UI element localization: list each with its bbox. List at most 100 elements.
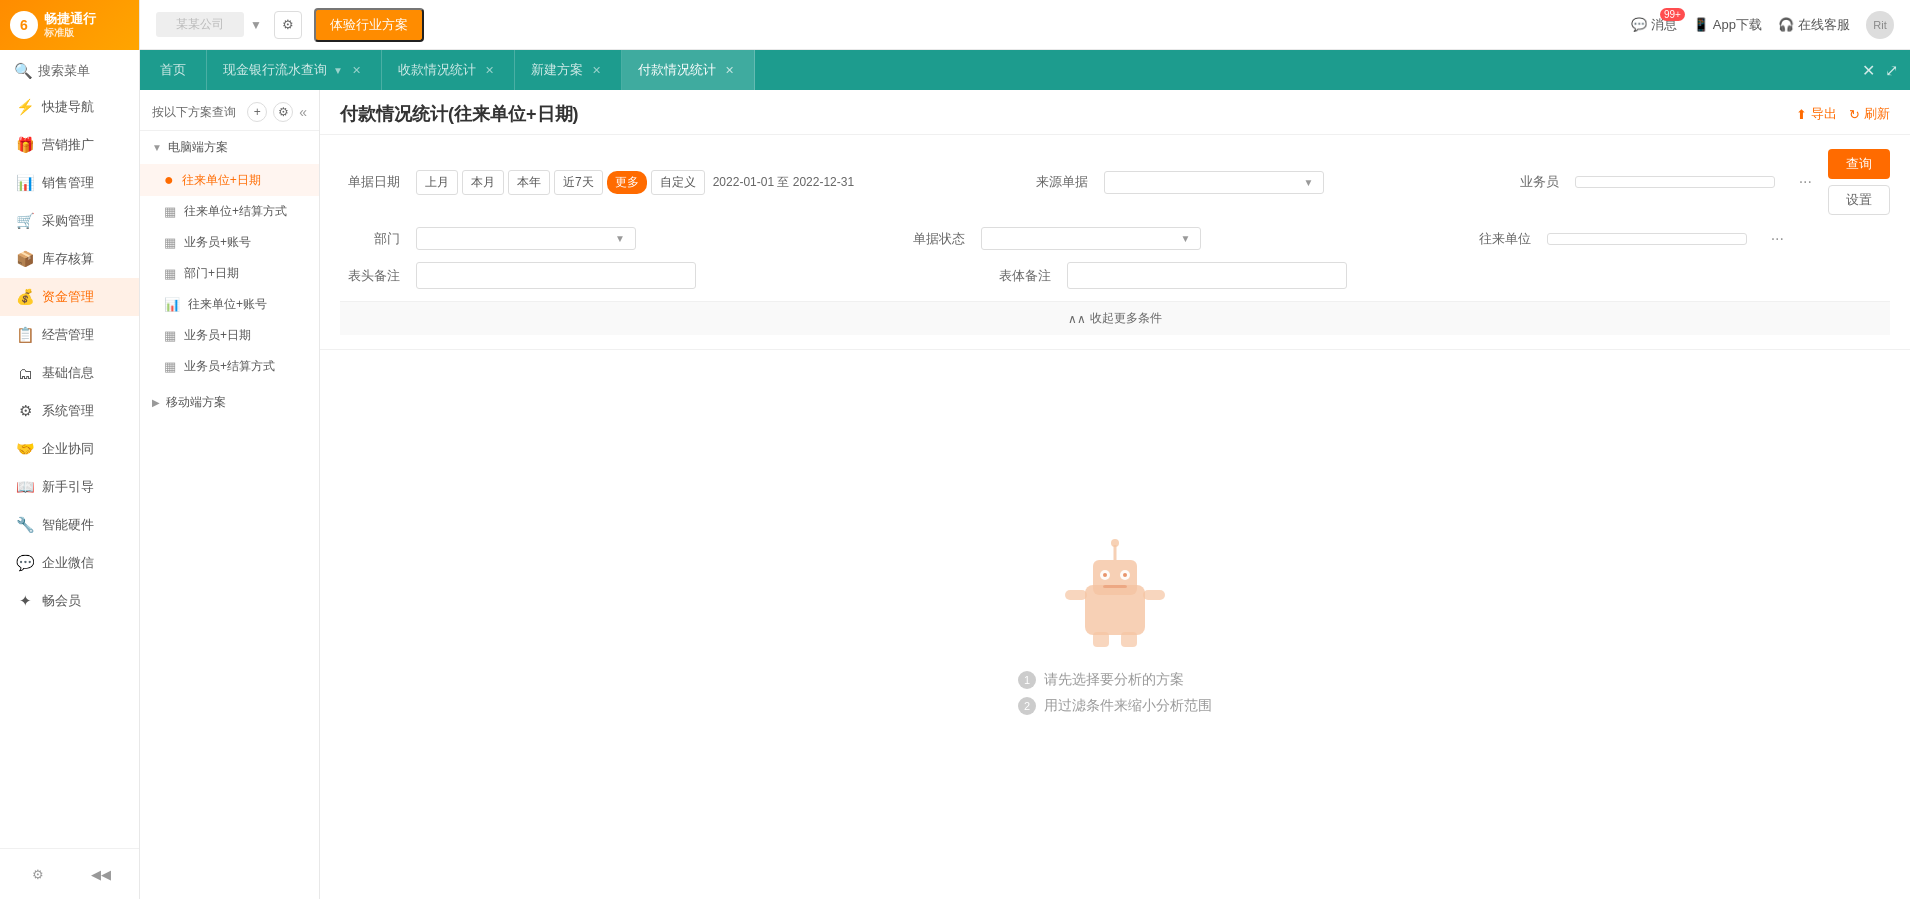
tab-new-scheme[interactable]: 新建方案 ✕: [515, 50, 622, 90]
svg-rect-6: [1103, 585, 1127, 588]
close-window-icon[interactable]: ✕: [1862, 61, 1875, 80]
sidebar-item-inventory[interactable]: 📦 库存核算: [0, 240, 139, 278]
scheme-item-unit-settle[interactable]: ▦ 往来单位+结算方式: [140, 196, 319, 227]
last-month-btn[interactable]: 上月: [416, 170, 458, 195]
scheme-settings-btn[interactable]: ⚙: [273, 102, 293, 122]
sidebar-item-guide[interactable]: 📖 新手引导: [0, 468, 139, 506]
scheme-item-staff-settle[interactable]: ▦ 业务员+结算方式: [140, 351, 319, 382]
more-date-btn[interactable]: 更多: [607, 171, 647, 194]
sidebar-item-search[interactable]: 🔍 搜索菜单: [0, 54, 139, 88]
sidebar-item-finance[interactable]: 💰 资金管理: [0, 278, 139, 316]
tip2-num: 2: [1018, 697, 1036, 715]
tab-cashflow-close[interactable]: ✕: [349, 62, 365, 78]
tabbar: 首页 现金银行流水查询 ▼ ✕ 收款情况统计 ✕ 新建方案 ✕ 付款情况统计 ✕…: [140, 50, 1910, 90]
empty-tips: 1 请先选择要分析的方案 2 用过滤条件来缩小分析范围: [1018, 671, 1212, 715]
download-icon: 📱: [1693, 17, 1709, 32]
sidebar-label-hardware: 智能硬件: [42, 516, 94, 534]
scheme-label-staff-settle: 业务员+结算方式: [184, 358, 275, 375]
sidebar-item-marketing[interactable]: 🎁 营销推广: [0, 126, 139, 164]
tab-receipt-close[interactable]: ✕: [482, 62, 498, 78]
wechat-icon: 💬: [16, 554, 34, 572]
scheme-item-staff-account[interactable]: ▦ 业务员+账号: [140, 227, 319, 258]
app-download-btn[interactable]: 📱 App下载: [1693, 16, 1762, 34]
empty-state: 1 请先选择要分析的方案 2 用过滤条件来缩小分析范围: [320, 350, 1910, 899]
online-service-btn[interactable]: 🎧 在线客服: [1778, 16, 1850, 34]
collapse-icon: ∧∧: [1068, 312, 1086, 326]
sidebar-label-system: 系统管理: [42, 402, 94, 420]
header-note-input[interactable]: [416, 262, 696, 289]
sidebar-item-sales[interactable]: 📊 销售管理: [0, 164, 139, 202]
message-btn[interactable]: 💬 消息 99+: [1631, 16, 1677, 34]
desktop-group-toggle[interactable]: ▼ 电脑端方案: [140, 131, 319, 164]
scheme-item-unit-date[interactable]: ● 往来单位+日期: [140, 164, 319, 196]
tab-receipt-stat[interactable]: 收款情况统计 ✕: [382, 50, 515, 90]
date-filter-label: 单据日期: [340, 173, 400, 191]
sidebar-item-basic[interactable]: 🗂 基础信息: [0, 354, 139, 392]
body-note-input[interactable]: [1067, 262, 1347, 289]
quick-nav-icon: ⚡: [16, 98, 34, 116]
scheme-item-unit-account[interactable]: 📊 往来单位+账号: [140, 289, 319, 320]
staff-select[interactable]: [1575, 176, 1775, 188]
online-service-label: 在线客服: [1798, 16, 1850, 34]
sidebar-label-sales: 销售管理: [42, 174, 94, 192]
sidebar-label-purchase: 采购管理: [42, 212, 94, 230]
scheme-panel: 按以下方案查询 + ⚙ « ▼ 电脑端方案 ● 往来单位+日期: [140, 90, 320, 899]
refresh-btn[interactable]: ↻ 刷新: [1849, 105, 1890, 123]
counterpart-more-btn[interactable]: ···: [1771, 230, 1784, 248]
counterpart-select[interactable]: [1547, 233, 1747, 245]
last-7days-btn[interactable]: 近7天: [554, 170, 603, 195]
org-selector[interactable]: 某某公司 ▼: [156, 12, 262, 37]
collapse-more-conditions-btn[interactable]: ∧∧ 收起更多条件: [340, 301, 1890, 335]
tab-payment-stat[interactable]: 付款情况统计 ✕: [622, 50, 755, 90]
maximize-icon[interactable]: ⤢: [1885, 61, 1898, 80]
topbar-settings-btn[interactable]: ⚙: [274, 11, 302, 39]
tab-cashflow-dropdown[interactable]: ▼: [333, 65, 343, 76]
inventory-icon: 📦: [16, 250, 34, 268]
tab-payment-close[interactable]: ✕: [722, 62, 738, 78]
custom-date-btn[interactable]: 自定义: [651, 170, 705, 195]
sidebar-item-operation[interactable]: 📋 经营管理: [0, 316, 139, 354]
scheme-collapse-btn[interactable]: «: [299, 104, 307, 120]
search-icon: 🔍: [14, 62, 32, 80]
tab-new-scheme-close[interactable]: ✕: [589, 62, 605, 78]
purchase-icon: 🛒: [16, 212, 34, 230]
query-btn[interactable]: 查询: [1828, 149, 1890, 179]
sidebar-label-enterprise: 企业协同: [42, 440, 94, 458]
export-btn[interactable]: ⬆ 导出: [1796, 105, 1837, 123]
source-doc-select[interactable]: ▼: [1104, 171, 1324, 194]
filter-row-1: 单据日期 上月 本月 本年 近7天 更多 自定义 2022-01-01 至 20…: [340, 149, 1890, 215]
add-scheme-btn[interactable]: +: [247, 102, 267, 122]
mobile-group-toggle[interactable]: ▶ 移动端方案: [140, 386, 319, 419]
dept-select[interactable]: ▼: [416, 227, 636, 250]
sidebar-settings-btn[interactable]: ⚙: [10, 859, 66, 889]
sidebar-item-system[interactable]: ⚙ 系统管理: [0, 392, 139, 430]
staff-more-btn[interactable]: ···: [1799, 173, 1812, 191]
trial-btn[interactable]: 体验行业方案: [314, 8, 424, 42]
tab-cashflow[interactable]: 现金银行流水查询 ▼ ✕: [207, 50, 382, 90]
org-dropdown-icon[interactable]: ▼: [250, 18, 262, 32]
sidebar-collapse-btn[interactable]: ◀◀: [74, 859, 130, 889]
doc-status-select[interactable]: ▼: [981, 227, 1201, 250]
scheme-item-dept-date[interactable]: ▦ 部门+日期: [140, 258, 319, 289]
empty-illustration: [1055, 535, 1175, 655]
sidebar-item-wechat[interactable]: 💬 企业微信: [0, 544, 139, 582]
sidebar-item-vip[interactable]: ✦ 畅会员: [0, 582, 139, 620]
scheme-icon-3: ▦: [164, 235, 176, 250]
svg-rect-8: [1143, 590, 1165, 600]
sidebar-item-hardware[interactable]: 🔧 智能硬件: [0, 506, 139, 544]
tab-home[interactable]: 首页: [140, 50, 207, 90]
user-avatar[interactable]: Rit: [1866, 11, 1894, 39]
robot-svg: [1055, 535, 1175, 655]
headset-icon: 🎧: [1778, 17, 1794, 32]
sidebar-item-quick-nav[interactable]: ⚡ 快捷导航: [0, 88, 139, 126]
sidebar-item-purchase[interactable]: 🛒 采购管理: [0, 202, 139, 240]
filter-settings-btn[interactable]: 设置: [1828, 185, 1890, 215]
svg-rect-9: [1093, 632, 1109, 647]
mobile-arrow-icon: ▶: [152, 397, 160, 408]
main-content: 某某公司 ▼ ⚙ 体验行业方案 💬 消息 99+ 📱 App下载 🎧 在线客服 …: [140, 0, 1910, 899]
sidebar-item-enterprise[interactable]: 🤝 企业协同: [0, 430, 139, 468]
this-month-btn[interactable]: 本月: [462, 170, 504, 195]
tabbar-window-actions: ✕ ⤢: [1850, 50, 1910, 90]
scheme-item-staff-date[interactable]: ▦ 业务员+日期: [140, 320, 319, 351]
this-year-btn[interactable]: 本年: [508, 170, 550, 195]
